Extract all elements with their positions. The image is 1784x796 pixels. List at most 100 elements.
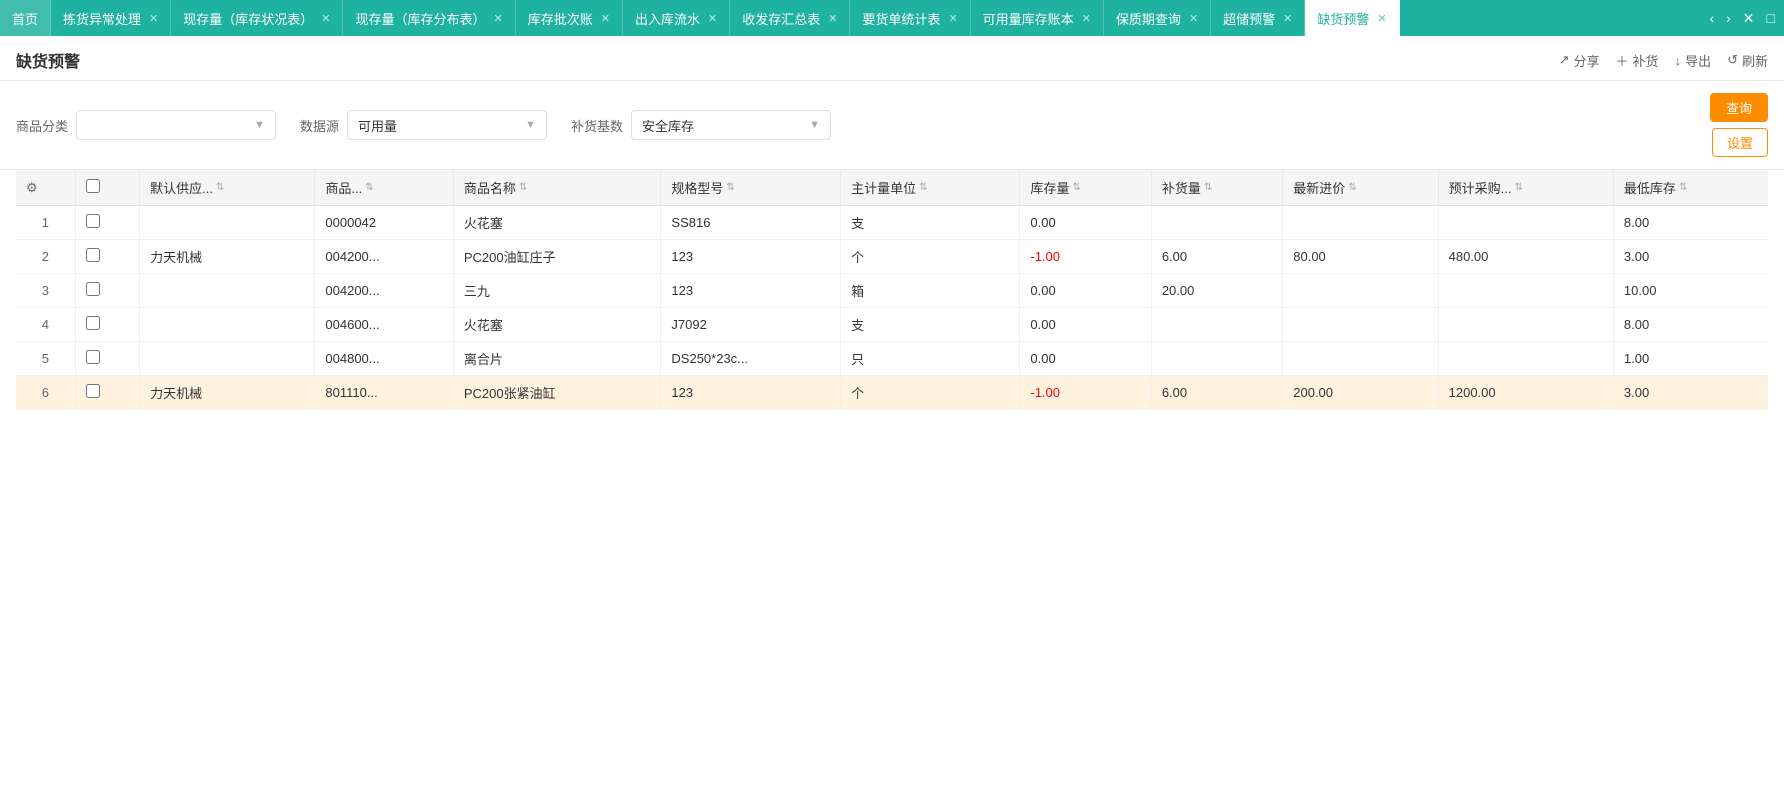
next-tab-btn[interactable]: ›: [1721, 8, 1736, 28]
tab-label-requisition: 要货单统计表: [862, 9, 940, 28]
select-all-checkbox[interactable]: [86, 179, 100, 193]
col-header-product_code[interactable]: 商品... ⇅: [315, 170, 453, 206]
row-product-name: 离合片: [453, 342, 661, 376]
tab-requisition[interactable]: 要货单统计表 ✕: [850, 0, 970, 36]
col-sort-spec[interactable]: 规格型号 ⇅: [671, 178, 830, 197]
datasource-filter-group: 数据源 可用量 ▼: [300, 110, 547, 140]
row-replenish: 6.00: [1151, 240, 1282, 274]
sort-icon-replenish: ⇅: [1204, 182, 1212, 193]
tab-close-requisition[interactable]: ✕: [948, 12, 957, 25]
col-header-supplier[interactable]: 默认供应... ⇅: [140, 170, 315, 206]
datasource-select-value: 可用量: [358, 116, 397, 135]
row-checkbox[interactable]: [86, 316, 100, 330]
tab-close-inout[interactable]: ✕: [708, 12, 717, 25]
row-num: 4: [16, 308, 75, 342]
col-sort-replenish[interactable]: 补货量 ⇅: [1162, 178, 1272, 197]
col-sort-supplier[interactable]: 默认供应... ⇅: [150, 178, 304, 197]
tab-abnormal[interactable]: 拣货异常处理✕: [51, 0, 171, 36]
replenish-base-select[interactable]: 安全库存 ▼: [631, 110, 831, 140]
row-num: 5: [16, 342, 75, 376]
tab-expiry[interactable]: 保质期查询✕: [1104, 0, 1211, 36]
tab-close-overstock[interactable]: ✕: [1283, 12, 1292, 25]
gear-icon[interactable]: ⚙: [26, 180, 38, 195]
export-btn[interactable]: ↓ 导出: [1675, 51, 1712, 70]
col-sort-unit[interactable]: 主计量单位 ⇅: [851, 178, 1009, 197]
refresh-btn[interactable]: ↺ 刷新: [1727, 51, 1768, 70]
tab-shortage[interactable]: 缺货预警✕: [1305, 0, 1399, 36]
col-label-min_stock: 最低库存: [1624, 178, 1676, 197]
tab-label-home: 首页: [12, 9, 38, 28]
tab-close-collect[interactable]: ✕: [828, 12, 837, 25]
col-header-est_purchase[interactable]: 预计采购... ⇅: [1438, 170, 1613, 206]
col-header-unit[interactable]: 主计量单位 ⇅: [841, 170, 1020, 206]
tab-close-batch[interactable]: ✕: [601, 12, 610, 25]
row-checkbox[interactable]: [86, 248, 100, 262]
prev-tab-btn[interactable]: ‹: [1704, 8, 1719, 28]
replenish-btn[interactable]: ＋ 补货: [1616, 51, 1659, 70]
row-spec: 123: [661, 240, 841, 274]
row-checkbox[interactable]: [86, 282, 100, 296]
col-header-latest_price[interactable]: 最新进价 ⇅: [1283, 170, 1438, 206]
tab-close-available[interactable]: ✕: [1082, 12, 1091, 25]
row-num: 6: [16, 376, 75, 410]
tab-available[interactable]: 可用量库存账本✕: [971, 0, 1104, 36]
col-sort-latest_price[interactable]: 最新进价 ⇅: [1293, 178, 1427, 197]
col-header-min_stock[interactable]: 最低库存 ⇅: [1613, 170, 1768, 206]
tab-close-inventory-status[interactable]: ✕: [321, 12, 330, 25]
tab-close-shortage[interactable]: ✕: [1377, 12, 1386, 25]
sort-icon-product_code: ⇅: [365, 182, 373, 193]
query-button[interactable]: 查询: [1710, 93, 1768, 122]
tab-close-inventory-dist[interactable]: ✕: [494, 12, 503, 25]
row-checkbox-cell: [75, 308, 139, 342]
row-latest-price: [1283, 206, 1438, 240]
col-sort-product_name[interactable]: 商品名称 ⇅: [464, 178, 651, 197]
refresh-icon: ↺: [1727, 52, 1738, 68]
category-filter-group: 商品分类 ▼: [16, 110, 276, 140]
col-sort-product_code[interactable]: 商品... ⇅: [325, 178, 442, 197]
row-spec: 123: [661, 376, 841, 410]
tab-collect[interactable]: 收发存汇总表✕: [730, 0, 850, 36]
row-num: 2: [16, 240, 75, 274]
row-latest-price: [1283, 274, 1438, 308]
table-row: 5004800...离合片DS250*23c...只0.001.00: [16, 342, 1768, 376]
col-label-product_code: 商品...: [325, 178, 362, 197]
tab-inventory-status[interactable]: 现存量（库存状况表）✕: [171, 0, 343, 36]
page-header: 缺货预警 ↗ 分享 ＋ 补货 ↓ 导出 ↺ 刷新: [0, 36, 1784, 81]
tab-close-expiry[interactable]: ✕: [1189, 12, 1198, 25]
tab-inout[interactable]: 出入库流水 ✕: [623, 0, 730, 36]
category-chevron-icon: ▼: [254, 119, 265, 131]
col-header-replenish[interactable]: 补货量 ⇅: [1151, 170, 1282, 206]
col-header-spec[interactable]: 规格型号 ⇅: [661, 170, 841, 206]
category-select[interactable]: ▼: [76, 110, 276, 140]
row-product-code: 004600...: [315, 308, 453, 342]
tab-home[interactable]: 首页: [0, 0, 51, 36]
close-window-btn[interactable]: ✕: [1738, 8, 1760, 29]
tab-batch[interactable]: 库存批次账✕: [516, 0, 623, 36]
row-product-code: 801110...: [315, 376, 453, 410]
maximize-btn[interactable]: □: [1762, 8, 1780, 28]
row-unit: 箱: [841, 274, 1020, 308]
share-btn[interactable]: ↗ 分享: [1559, 51, 1600, 70]
col-header-stock[interactable]: 库存量 ⇅: [1020, 170, 1151, 206]
settings-button[interactable]: 设置: [1712, 128, 1768, 157]
col-header-product_name[interactable]: 商品名称 ⇅: [453, 170, 661, 206]
tab-overstock[interactable]: 超储预警 ✕: [1211, 0, 1305, 36]
col-sort-min_stock[interactable]: 最低库存 ⇅: [1624, 178, 1758, 197]
sort-icon-supplier: ⇅: [216, 182, 224, 193]
tab-label-inout: 出入库流水: [635, 9, 700, 28]
row-stock: 0.00: [1020, 342, 1151, 376]
col-sort-stock[interactable]: 库存量 ⇅: [1030, 178, 1140, 197]
col-sort-est_purchase[interactable]: 预计采购... ⇅: [1449, 178, 1603, 197]
row-min-stock: 3.00: [1613, 376, 1768, 410]
row-est-purchase: 1200.00: [1438, 376, 1613, 410]
row-checkbox[interactable]: [86, 384, 100, 398]
row-checkbox[interactable]: [86, 350, 100, 364]
row-checkbox[interactable]: [86, 214, 100, 228]
tab-close-abnormal[interactable]: ✕: [149, 12, 158, 25]
datasource-select[interactable]: 可用量 ▼: [347, 110, 547, 140]
tab-inventory-dist[interactable]: 现存量（库存分布表）✕: [343, 0, 515, 36]
sort-icon-spec: ⇅: [726, 182, 734, 193]
replenish-icon: ＋: [1616, 51, 1629, 70]
tab-label-overstock: 超储预警: [1223, 9, 1275, 28]
row-min-stock: 10.00: [1613, 274, 1768, 308]
